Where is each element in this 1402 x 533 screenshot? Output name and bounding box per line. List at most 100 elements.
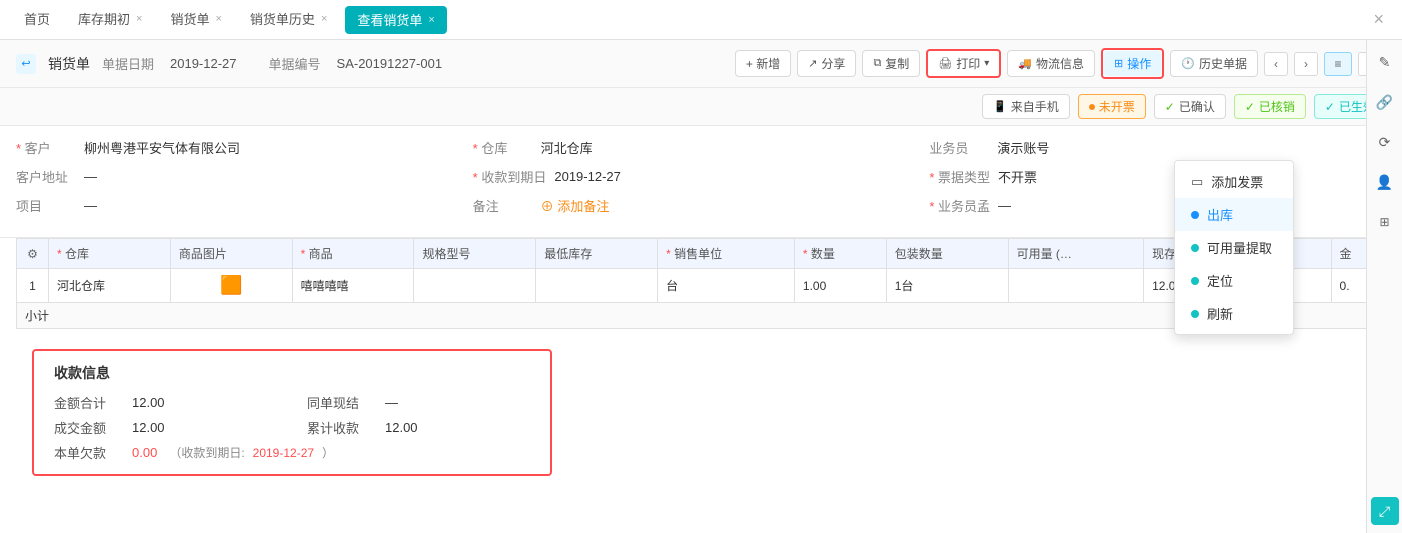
same-order-value: — — [385, 395, 398, 410]
row-quantity: 1.00 — [794, 269, 886, 303]
warehouse-value: 河北仓库 — [541, 138, 593, 157]
col-image: 商品图片 — [170, 239, 292, 269]
open-ticket-button[interactable]: 未开票 — [1078, 94, 1146, 119]
operation-button-label: 操作 — [1127, 55, 1151, 72]
phone-label: 来自手机 — [1011, 98, 1059, 115]
due-date-value: 2019-12-27 — [554, 169, 621, 184]
sidebar-refresh-icon[interactable]: ⟳ — [1371, 128, 1399, 156]
dropdown-locate[interactable]: 定位 — [1175, 264, 1293, 297]
summary-box: 收款信息 金额合计 12.00 同单现结 — 成交金额 12.00 累计收款 1… — [32, 349, 552, 476]
cumulative-value: 12.00 — [385, 420, 418, 435]
outbound-dot — [1191, 211, 1199, 219]
copy-button-label: 复制 — [885, 55, 909, 72]
sidebar-expand-icon[interactable]: ⤢ — [1371, 497, 1399, 525]
tab-close-view-sales[interactable]: × — [428, 14, 434, 26]
row-warehouse: 河北仓库 — [49, 269, 171, 303]
tab-view-sales[interactable]: 查看销货单 × — [345, 6, 446, 34]
share-button[interactable]: ↗ 分享 — [797, 50, 856, 77]
history-button[interactable]: 🕐 历史单据 — [1170, 50, 1258, 77]
open-ticket-label: 未开票 — [1099, 98, 1135, 115]
sidebar-table-icon[interactable]: ⊞ — [1371, 208, 1399, 236]
tab-bar: 首页 库存期初 × 销货单 × 销货单历史 × 查看销货单 × × — [0, 0, 1402, 40]
outbound-label: 出库 — [1207, 205, 1233, 224]
view-list-icon: ≡ — [1334, 57, 1341, 71]
history-icon: 🕐 — [1181, 57, 1195, 70]
sidebar-link-icon[interactable]: 🔗 — [1371, 88, 1399, 116]
operation-button[interactable]: ⊞ 操作 — [1104, 51, 1161, 76]
dropdown-refresh[interactable]: 刷新 — [1175, 297, 1293, 330]
note-label: 备注 — [473, 196, 533, 215]
new-button-label: + 新增 — [746, 55, 780, 72]
warehouse-label: 仓库 — [473, 138, 533, 157]
summary-grid: 金额合计 12.00 同单现结 — 成交金额 12.00 累计收款 12.00 … — [54, 393, 530, 462]
col-warehouse: 仓库 — [49, 239, 171, 269]
tab-close-sales[interactable]: × — [215, 13, 221, 25]
row-image: 🟧 — [170, 269, 292, 303]
phone-button[interactable]: 📱 来自手机 — [982, 94, 1070, 119]
dropdown-available-take[interactable]: 可用量提取 — [1175, 231, 1293, 264]
cancel-button[interactable]: ✓ 已核销 — [1234, 94, 1306, 119]
col-available: 可用量 (… — [1008, 239, 1144, 269]
col-product: 商品 — [292, 239, 414, 269]
salesperson-label: 业务员孟 — [929, 196, 990, 215]
settings-icon[interactable]: ⚙ — [27, 247, 38, 261]
staff-value: 演示账号 — [997, 138, 1049, 157]
logistics-button[interactable]: 🚚 物流信息 — [1007, 50, 1095, 77]
tab-home[interactable]: 首页 — [10, 0, 64, 40]
sidebar-user-icon[interactable]: 👤 — [1371, 168, 1399, 196]
prev-button[interactable]: ‹ — [1264, 52, 1288, 76]
staff-label: 业务员 — [929, 138, 989, 157]
effect-icon: ✓ — [1325, 100, 1335, 114]
number-label: 单据编号 — [269, 54, 321, 73]
balance-note: （收款到期日: — [169, 444, 244, 461]
tab-inventory-init[interactable]: 库存期初 × — [64, 0, 156, 40]
summary-section: 收款信息 金额合计 12.00 同单现结 — 成交金额 12.00 累计收款 1… — [0, 337, 1402, 492]
note-placeholder: 添加备注 — [557, 199, 609, 214]
balance-label: 本单欠款 — [54, 443, 124, 462]
field-customer: 客户 柳州粤港平安气体有限公司 — [16, 138, 473, 157]
customer-label: 客户 — [16, 138, 76, 157]
dropdown-add-invoice[interactable]: ▭ 添加发票 — [1175, 165, 1293, 198]
add-invoice-label: 添加发票 — [1211, 172, 1263, 191]
operation-dropdown: ▭ 添加发票 出库 可用量提取 定位 刷新 — [1174, 160, 1294, 335]
col-quantity: 数量 — [794, 239, 886, 269]
tab-close-inventory[interactable]: × — [136, 13, 142, 25]
add-note-button[interactable]: ⊕ 添加备注 — [541, 196, 610, 215]
field-warehouse: 仓库 河北仓库 — [473, 138, 930, 157]
row-available — [1008, 269, 1144, 303]
address-label: 客户地址 — [16, 167, 76, 186]
global-close-button[interactable]: × — [1365, 9, 1392, 30]
operation-icon: ⊞ — [1114, 57, 1123, 70]
field-ticket: 票据类型 不开票 — [929, 167, 1386, 186]
next-button[interactable]: › — [1294, 52, 1318, 76]
dropdown-outbound[interactable]: 出库 — [1175, 198, 1293, 231]
ticket-label: 票据类型 — [929, 167, 990, 186]
confirm-label: 已确认 — [1179, 98, 1215, 115]
available-take-label: 可用量提取 — [1207, 238, 1272, 257]
copy-button[interactable]: ⧉ 复制 — [862, 50, 920, 77]
field-project: 项目 — — [16, 196, 473, 215]
print-button[interactable]: 🖨 打印 ▾ — [928, 51, 999, 76]
sidebar-edit-icon[interactable]: ✎ — [1371, 48, 1399, 76]
summary-total-row: 金额合计 12.00 — [54, 393, 277, 412]
total-label: 金额合计 — [54, 393, 124, 412]
same-order-label: 同单现结 — [307, 393, 377, 412]
confirm-button[interactable]: ✓ 已确认 — [1154, 94, 1226, 119]
tab-close-history[interactable]: × — [321, 13, 327, 25]
col-settings[interactable]: ⚙ — [17, 239, 49, 269]
right-sidebar: ✎ 🔗 ⟳ 👤 ⊞ ⤢ — [1366, 40, 1402, 533]
user-icon: 👤 — [1376, 174, 1393, 191]
cancel-icon: ✓ — [1245, 100, 1255, 114]
row-pack-qty: 1台 — [886, 269, 1008, 303]
tab-sales-history[interactable]: 销货单历史 × — [236, 0, 341, 40]
new-button[interactable]: + 新增 — [735, 50, 791, 77]
row-min-stock — [536, 269, 658, 303]
copy-icon: ⧉ — [873, 57, 881, 70]
col-unit: 销售单位 — [658, 239, 795, 269]
tab-sales-order[interactable]: 销货单 × — [156, 0, 235, 40]
view-list-button[interactable]: ≡ — [1324, 52, 1352, 76]
col-pack-qty: 包装数量 — [886, 239, 1008, 269]
plus-icon: ⊕ — [541, 199, 554, 214]
balance-note-end: ） — [322, 444, 334, 461]
doc-title-area: ↩ 销货单 单据日期 2019-12-27 单据编号 SA-20191227-0… — [16, 54, 735, 74]
